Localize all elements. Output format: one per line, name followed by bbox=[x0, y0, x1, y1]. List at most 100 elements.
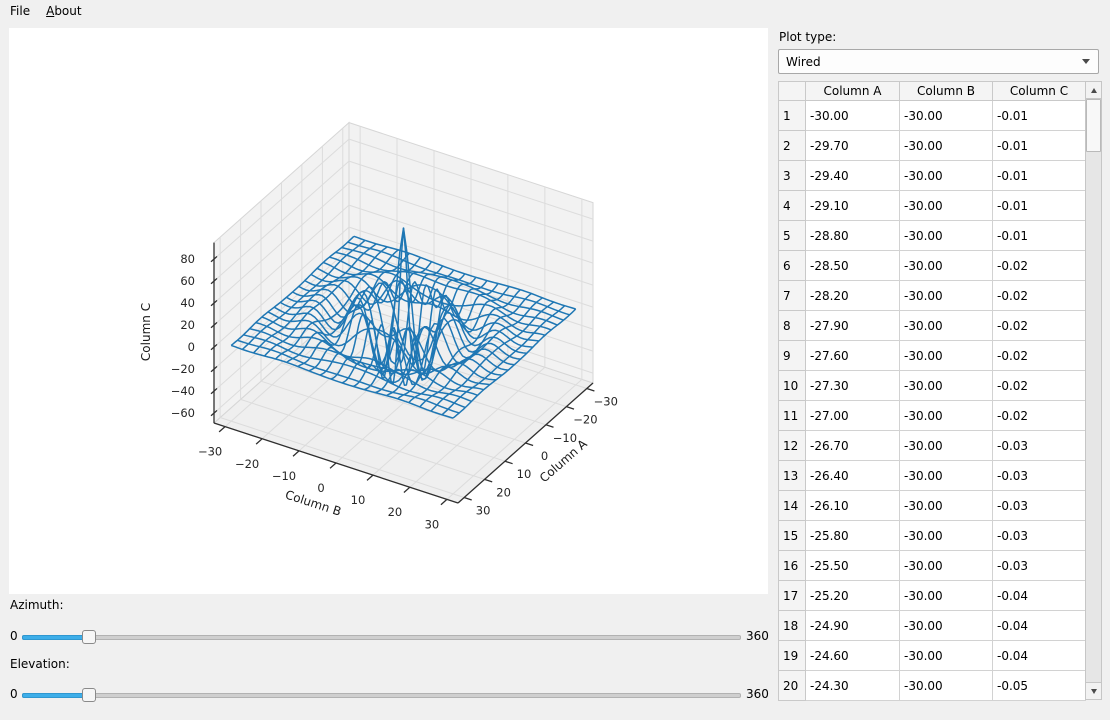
row-header[interactable]: 14 bbox=[779, 491, 806, 521]
row-header[interactable]: 3 bbox=[779, 161, 806, 191]
table-cell[interactable]: -0.01 bbox=[993, 191, 1086, 221]
table-cell[interactable]: -25.80 bbox=[806, 521, 900, 551]
table-cell[interactable]: -0.02 bbox=[993, 251, 1086, 281]
table-cell[interactable]: -0.02 bbox=[993, 371, 1086, 401]
table-cell[interactable]: -30.00 bbox=[900, 521, 993, 551]
column-header-a[interactable]: Column A bbox=[806, 82, 900, 101]
menu-item-file[interactable]: File bbox=[2, 1, 38, 21]
row-header[interactable]: 4 bbox=[779, 191, 806, 221]
table-cell[interactable]: -30.00 bbox=[806, 101, 900, 131]
row-header[interactable]: 2 bbox=[779, 131, 806, 161]
row-header[interactable]: 20 bbox=[779, 671, 806, 701]
row-header[interactable]: 19 bbox=[779, 641, 806, 671]
table-cell[interactable]: -30.00 bbox=[900, 251, 993, 281]
table-cell[interactable]: -0.03 bbox=[993, 431, 1086, 461]
table-cell[interactable]: -30.00 bbox=[900, 611, 993, 641]
row-header[interactable]: 7 bbox=[779, 281, 806, 311]
table-cell[interactable]: -27.90 bbox=[806, 311, 900, 341]
azimuth-slider-handle[interactable] bbox=[82, 630, 96, 644]
table-cell[interactable]: -30.00 bbox=[900, 101, 993, 131]
table-cell[interactable]: -29.10 bbox=[806, 191, 900, 221]
table-cell[interactable]: -30.00 bbox=[900, 551, 993, 581]
table-cell[interactable]: -30.00 bbox=[900, 221, 993, 251]
slider-track[interactable] bbox=[22, 635, 741, 640]
column-header-b[interactable]: Column B bbox=[900, 82, 993, 101]
row-header[interactable]: 5 bbox=[779, 221, 806, 251]
table-cell[interactable]: -30.00 bbox=[900, 581, 993, 611]
row-header[interactable]: 8 bbox=[779, 311, 806, 341]
table-cell[interactable]: -26.70 bbox=[806, 431, 900, 461]
row-header[interactable]: 11 bbox=[779, 401, 806, 431]
row-header[interactable]: 13 bbox=[779, 461, 806, 491]
table-row: 8-27.90-30.00-0.02 bbox=[779, 311, 1086, 341]
elevation-slider-handle[interactable] bbox=[82, 688, 96, 702]
table-cell[interactable]: -25.50 bbox=[806, 551, 900, 581]
table-cell[interactable]: -0.02 bbox=[993, 401, 1086, 431]
table-cell[interactable]: -24.90 bbox=[806, 611, 900, 641]
table-cell[interactable]: -30.00 bbox=[900, 401, 993, 431]
table-cell[interactable]: -24.60 bbox=[806, 641, 900, 671]
plot-type-select[interactable]: Wired bbox=[778, 49, 1099, 74]
3d-wireframe-canvas[interactable]: −30−20−100102030−30−20−100102030−60−40−2… bbox=[9, 28, 768, 594]
row-header[interactable]: 12 bbox=[779, 431, 806, 461]
table-cell[interactable]: -30.00 bbox=[900, 281, 993, 311]
table-cell[interactable]: -30.00 bbox=[900, 311, 993, 341]
row-header[interactable]: 10 bbox=[779, 371, 806, 401]
corner-header[interactable] bbox=[779, 82, 806, 101]
row-header[interactable]: 6 bbox=[779, 251, 806, 281]
table-cell[interactable]: -0.01 bbox=[993, 131, 1086, 161]
table-cell[interactable]: -30.00 bbox=[900, 191, 993, 221]
table-cell[interactable]: -0.01 bbox=[993, 161, 1086, 191]
elevation-slider[interactable] bbox=[22, 688, 741, 702]
table-cell[interactable]: -30.00 bbox=[900, 131, 993, 161]
table-cell[interactable]: -27.00 bbox=[806, 401, 900, 431]
scroll-up-button[interactable] bbox=[1086, 82, 1101, 99]
row-header[interactable]: 9 bbox=[779, 341, 806, 371]
table-cell[interactable]: -0.03 bbox=[993, 551, 1086, 581]
table-cell[interactable]: -0.04 bbox=[993, 581, 1086, 611]
table-cell[interactable]: -0.03 bbox=[993, 461, 1086, 491]
table-cell[interactable]: -30.00 bbox=[900, 461, 993, 491]
table-row: 20-24.30-30.00-0.05 bbox=[779, 671, 1086, 701]
azimuth-slider[interactable] bbox=[22, 630, 741, 644]
table-cell[interactable]: -0.04 bbox=[993, 611, 1086, 641]
row-header[interactable]: 16 bbox=[779, 551, 806, 581]
table-cell[interactable]: -0.02 bbox=[993, 341, 1086, 371]
table-cell[interactable]: -27.60 bbox=[806, 341, 900, 371]
scrollbar-thumb[interactable] bbox=[1086, 99, 1101, 152]
table-cell[interactable]: -30.00 bbox=[900, 671, 993, 701]
table-cell[interactable]: -30.00 bbox=[900, 491, 993, 521]
table-cell[interactable]: -0.01 bbox=[993, 221, 1086, 251]
table-cell[interactable]: -0.02 bbox=[993, 281, 1086, 311]
row-header[interactable]: 18 bbox=[779, 611, 806, 641]
table-cell[interactable]: -30.00 bbox=[900, 161, 993, 191]
table-cell[interactable]: -26.10 bbox=[806, 491, 900, 521]
table-cell[interactable]: -30.00 bbox=[900, 341, 993, 371]
table-cell[interactable]: -0.03 bbox=[993, 491, 1086, 521]
row-header[interactable]: 1 bbox=[779, 101, 806, 131]
column-header-c[interactable]: Column C bbox=[993, 82, 1086, 101]
table-cell[interactable]: -0.04 bbox=[993, 641, 1086, 671]
table-cell[interactable]: -0.05 bbox=[993, 671, 1086, 701]
slider-track[interactable] bbox=[22, 693, 741, 698]
table-cell[interactable]: -28.50 bbox=[806, 251, 900, 281]
table-cell[interactable]: -26.40 bbox=[806, 461, 900, 491]
table-cell[interactable]: -24.30 bbox=[806, 671, 900, 701]
table-cell[interactable]: -29.70 bbox=[806, 131, 900, 161]
table-cell[interactable]: -28.20 bbox=[806, 281, 900, 311]
table-cell[interactable]: -29.40 bbox=[806, 161, 900, 191]
table-scrollbar[interactable] bbox=[1085, 81, 1102, 700]
row-header[interactable]: 17 bbox=[779, 581, 806, 611]
table-cell[interactable]: -0.03 bbox=[993, 521, 1086, 551]
table-cell[interactable]: -25.20 bbox=[806, 581, 900, 611]
table-cell[interactable]: -0.01 bbox=[993, 101, 1086, 131]
table-cell[interactable]: -28.80 bbox=[806, 221, 900, 251]
table-cell[interactable]: -30.00 bbox=[900, 431, 993, 461]
scroll-down-button[interactable] bbox=[1086, 682, 1101, 699]
table-cell[interactable]: -27.30 bbox=[806, 371, 900, 401]
menu-item-about[interactable]: About bbox=[38, 1, 90, 21]
table-cell[interactable]: -30.00 bbox=[900, 641, 993, 671]
table-cell[interactable]: -30.00 bbox=[900, 371, 993, 401]
row-header[interactable]: 15 bbox=[779, 521, 806, 551]
table-cell[interactable]: -0.02 bbox=[993, 311, 1086, 341]
